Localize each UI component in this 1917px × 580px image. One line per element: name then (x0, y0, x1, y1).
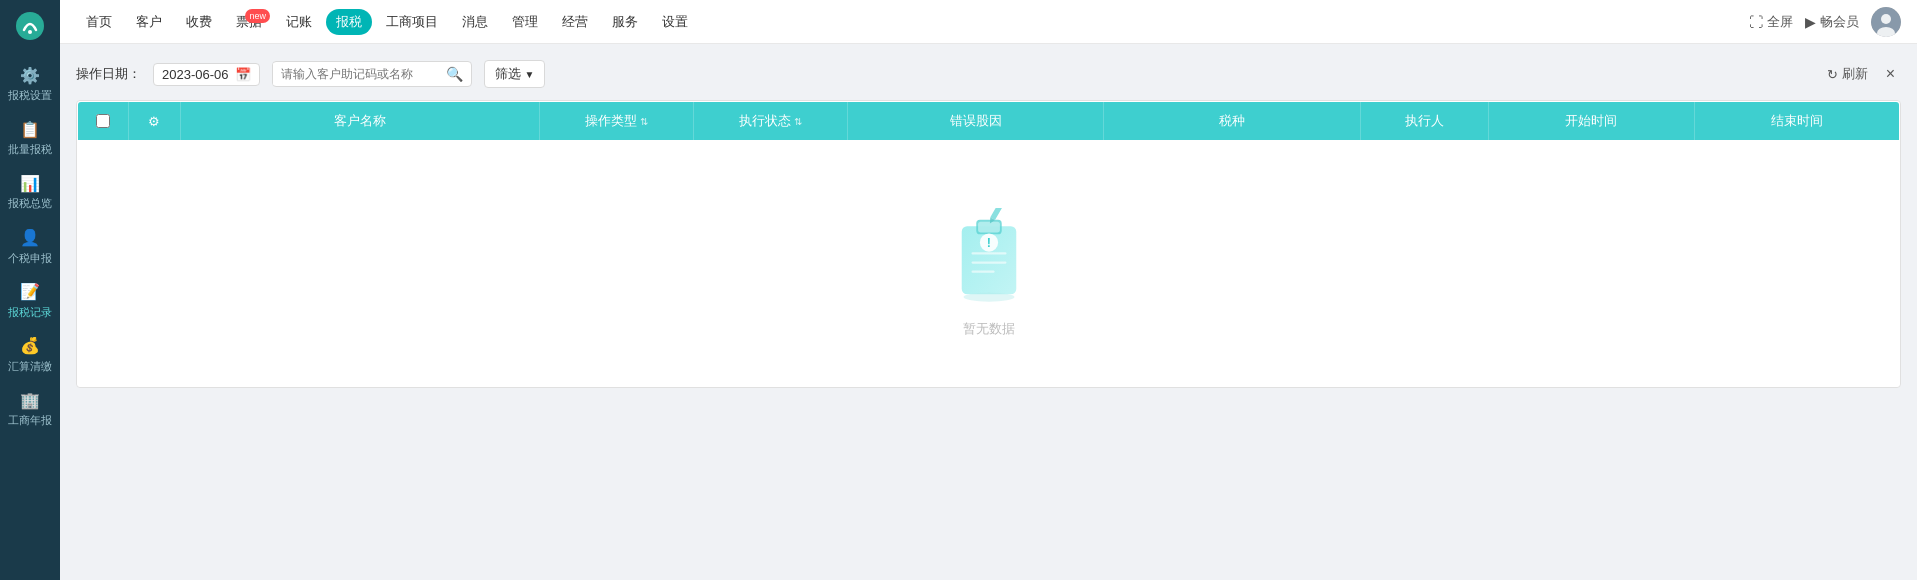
vip-label: 畅会员 (1820, 13, 1859, 31)
nav-item-baoshui[interactable]: 报税 (326, 9, 372, 35)
sidebar-item-baoshui-zonglam[interactable]: 📊 报税总览 (0, 164, 60, 218)
sidebar-item-piliang-baoshui[interactable]: 📋 批量报税 (0, 110, 60, 164)
sort-icon-exec-status: ⇅ (794, 116, 802, 127)
batch-tax-icon: 📋 (19, 118, 41, 140)
nav-item-gongshang[interactable]: 工商项目 (376, 9, 448, 35)
vip-button[interactable]: ▶ 畅会员 (1805, 13, 1859, 31)
top-nav: 首页 客户 收费 票据 new 记账 报税 工商项目 消息 管理 经营 服务 设… (60, 0, 1917, 44)
fullscreen-icon: ⛶ (1749, 14, 1763, 30)
calendar-icon: 📅 (235, 67, 251, 82)
th-end-time: 结束时间 (1694, 102, 1899, 141)
data-table: ⚙ 客户名称 操作类型 ⇅ 执行状态 ⇅ (77, 101, 1900, 387)
nav-item-guanli[interactable]: 管理 (502, 9, 548, 35)
sidebar-item-label: 报税设置 (8, 89, 52, 102)
sidebar-item-label: 批量报税 (8, 143, 52, 156)
filter-button[interactable]: 筛选 ▼ (484, 60, 546, 88)
svg-point-0 (16, 12, 44, 40)
vip-icon: ▶ (1805, 14, 1816, 30)
page-body: 操作日期： 2023-06-06 📅 🔍 筛选 ▼ ↻ 刷新 (60, 44, 1917, 580)
svg-point-1 (28, 30, 32, 34)
nav-item-jingying[interactable]: 经营 (552, 9, 598, 35)
overview-icon: 📊 (19, 172, 41, 194)
nav-items: 首页 客户 收费 票据 new 记账 报税 工商项目 消息 管理 经营 服务 设… (76, 9, 1749, 35)
date-value: 2023-06-06 (162, 67, 229, 82)
th-checkbox (78, 102, 129, 141)
svg-point-3 (1881, 14, 1891, 24)
svg-rect-7 (978, 222, 1000, 233)
empty-state-cell: ! 暂无数据 (78, 140, 1900, 387)
fullscreen-label: 全屏 (1767, 13, 1793, 31)
date-label: 操作日期： (76, 65, 141, 83)
svg-text:!: ! (986, 235, 990, 250)
svg-rect-13 (990, 208, 1005, 220)
nav-item-shezhi[interactable]: 设置 (652, 9, 698, 35)
data-table-wrap: ⚙ 客户名称 操作类型 ⇅ 执行状态 ⇅ (76, 100, 1901, 388)
sidebar-item-label: 工商年报 (8, 414, 52, 427)
search-button[interactable]: 🔍 (438, 62, 471, 86)
sidebar-item-huisuan-jiaona[interactable]: 💰 汇算清缴 (0, 327, 60, 381)
new-badge: new (245, 9, 270, 24)
th-client-name: 客户名称 (180, 102, 539, 141)
sort-icon-op-type: ⇅ (640, 116, 648, 127)
empty-text: 暂无数据 (963, 320, 1015, 338)
nav-item-fuwu[interactable]: 服务 (602, 9, 648, 35)
person-tax-icon: 👤 (19, 227, 41, 249)
user-avatar[interactable] (1871, 7, 1901, 37)
th-error-reason: 错误股因 (847, 102, 1104, 141)
refresh-icon: ↻ (1827, 67, 1838, 82)
record-icon: 📝 (19, 281, 41, 303)
search-input[interactable] (273, 63, 438, 85)
nav-item-kehu[interactable]: 客户 (126, 9, 172, 35)
search-wrap: 🔍 (272, 61, 472, 87)
th-start-time: 开始时间 (1489, 102, 1694, 141)
nav-item-piaoju[interactable]: 票据 new (226, 9, 272, 35)
close-button[interactable]: × (1880, 63, 1901, 85)
sidebar: ⚙️ 报税设置 📋 批量报税 📊 报税总览 👤 个税申报 📝 报税记录 💰 汇算… (0, 0, 60, 580)
th-tax-type: 税种 (1104, 102, 1361, 141)
refresh-button[interactable]: ↻ 刷新 (1827, 65, 1868, 83)
annual-report-icon: 🏢 (19, 389, 41, 411)
filter-label: 筛选 (495, 65, 521, 83)
sidebar-item-label: 个税申报 (8, 252, 52, 265)
nav-right: ⛶ 全屏 ▶ 畅会员 (1749, 7, 1901, 37)
empty-state-row: ! 暂无数据 (78, 140, 1900, 387)
nav-item-xiaoxi[interactable]: 消息 (452, 9, 498, 35)
th-op-type[interactable]: 操作类型 ⇅ (539, 102, 693, 141)
sidebar-item-label: 报税总览 (8, 197, 52, 210)
sidebar-item-baoshui-jilu[interactable]: 📝 报税记录 (0, 273, 60, 327)
sidebar-item-label: 报税记录 (8, 306, 52, 319)
sidebar-item-gongshang-nianbao[interactable]: 🏢 工商年报 (0, 381, 60, 435)
th-exec-status[interactable]: 执行状态 ⇅ (693, 102, 847, 141)
nav-item-shouye[interactable]: 首页 (76, 9, 122, 35)
app-logo (12, 8, 48, 44)
refresh-label: 刷新 (1842, 65, 1868, 83)
empty-illustration: ! (939, 208, 1039, 308)
table-header-row: ⚙ 客户名称 操作类型 ⇅ 执行状态 ⇅ (78, 102, 1900, 141)
select-all-checkbox[interactable] (96, 114, 110, 128)
date-picker[interactable]: 2023-06-06 📅 (153, 63, 260, 86)
sidebar-item-geshui-shenbao[interactable]: 👤 个税申报 (0, 219, 60, 273)
nav-item-jizhang[interactable]: 记账 (276, 9, 322, 35)
chevron-down-icon: ▼ (525, 69, 535, 80)
th-executor: 执行人 (1361, 102, 1489, 141)
empty-state: ! 暂无数据 (90, 148, 1887, 378)
settlement-icon: 💰 (19, 335, 41, 357)
svg-point-15 (963, 293, 1014, 302)
settings-icon: ⚙️ (19, 64, 41, 86)
table-body: ! 暂无数据 (78, 140, 1900, 387)
nav-item-shoufei[interactable]: 收费 (176, 9, 222, 35)
main-area: 首页 客户 收费 票据 new 记账 报税 工商项目 消息 管理 经营 服务 设… (60, 0, 1917, 580)
toolbar: 操作日期： 2023-06-06 📅 🔍 筛选 ▼ ↻ 刷新 (76, 60, 1901, 88)
th-settings: ⚙ (129, 102, 180, 141)
fullscreen-button[interactable]: ⛶ 全屏 (1749, 13, 1793, 31)
content-area: 操作日期： 2023-06-06 📅 🔍 筛选 ▼ ↻ 刷新 (60, 44, 1917, 580)
sidebar-item-baoshui-shezhi[interactable]: ⚙️ 报税设置 (0, 56, 60, 110)
settings-col-icon[interactable]: ⚙ (148, 114, 160, 129)
sidebar-item-label: 汇算清缴 (8, 360, 52, 373)
